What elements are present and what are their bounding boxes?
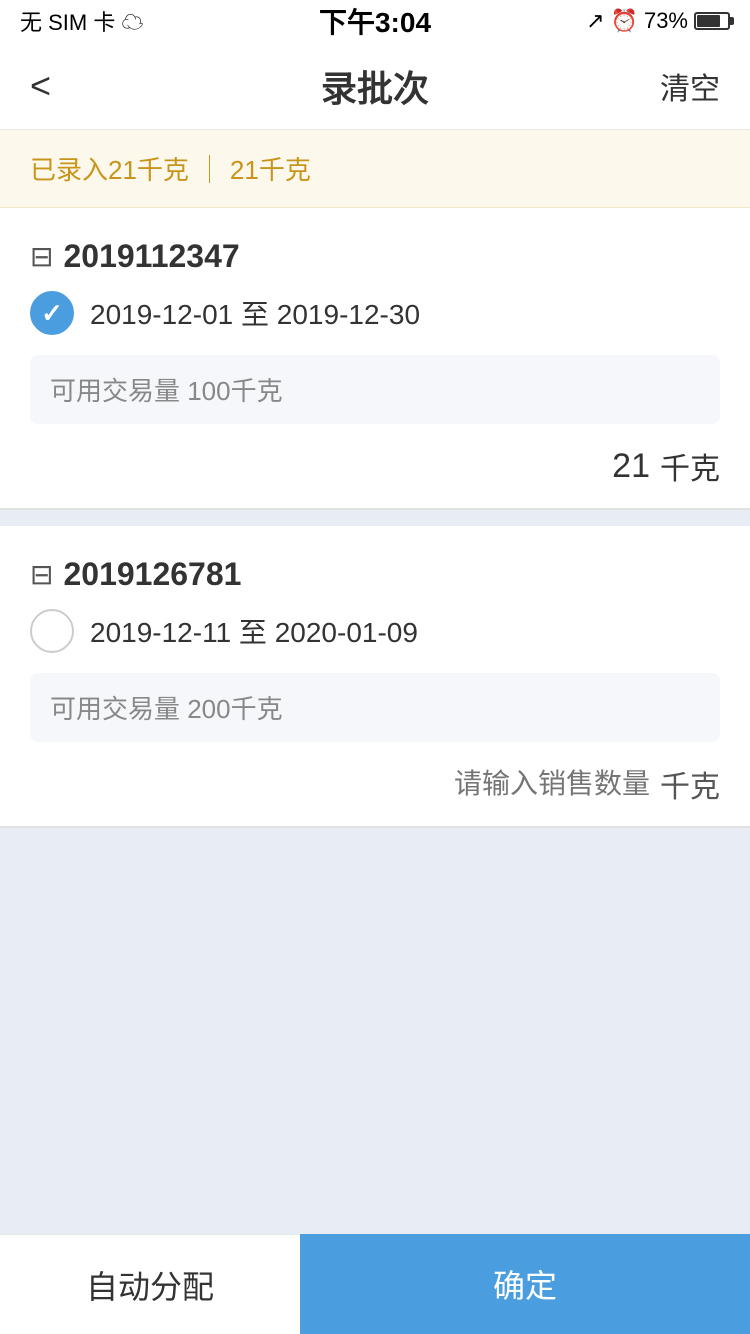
- back-button[interactable]: <: [30, 65, 90, 107]
- alarm-icon: ⏰: [611, 8, 638, 34]
- recorded-label: 已录入21千克: [30, 150, 189, 187]
- batch-card-1: ⊟ 2019112347 2019-12-01 至 2019-12-30 可用交…: [0, 208, 750, 424]
- batch-1-id: 2019112347: [63, 238, 239, 275]
- batch-1-date-row: 2019-12-01 至 2019-12-30: [30, 291, 720, 335]
- status-time: 下午3:04: [319, 1, 431, 41]
- batch-1-header: ⊟ 2019112347: [30, 238, 720, 275]
- batch-2-available: 可用交易量 200千克: [30, 673, 720, 742]
- auto-distribute-button[interactable]: 自动分配: [0, 1234, 300, 1334]
- summary-bar: 已录入21千克 21千克: [0, 130, 750, 208]
- batch-1-amount-unit: 千克: [660, 444, 720, 488]
- batch-2-icon: ⊟: [30, 558, 53, 591]
- battery-percent: 73%: [644, 8, 688, 34]
- batch-2-quantity-input[interactable]: [30, 768, 650, 800]
- batch-2-unit: 千克: [660, 762, 720, 806]
- batch-1-amount-value: 21: [612, 447, 650, 486]
- nav-bar: < 录批次 清空: [0, 42, 750, 130]
- batch-1-icon: ⊟: [30, 240, 53, 273]
- content-wrapper: ⊟ 2019112347 2019-12-01 至 2019-12-30 可用交…: [0, 208, 750, 1312]
- summary-value: 21千克: [230, 150, 311, 187]
- batch-2-header: ⊟ 2019126781: [30, 556, 720, 593]
- batch-card-2: ⊟ 2019126781 2019-12-11 至 2020-01-09 可用交…: [0, 526, 750, 742]
- batch-1-available: 可用交易量 100千克: [30, 355, 720, 424]
- batch-1-amount-row: 21 千克: [0, 424, 750, 510]
- batch-1-available-text: 可用交易量 100千克: [50, 376, 283, 406]
- section-divider: [0, 510, 750, 526]
- battery-icon: [694, 12, 730, 30]
- batch-1-checkbox[interactable]: [30, 291, 74, 335]
- bottom-action-bar: 自动分配 确定: [0, 1234, 750, 1334]
- page-title: 录批次: [321, 60, 429, 112]
- location-icon: ↗: [586, 8, 604, 34]
- batch-2-input-row[interactable]: 千克: [0, 742, 750, 828]
- batch-2-id: 2019126781: [63, 556, 241, 593]
- batch-2-checkbox[interactable]: [30, 609, 74, 653]
- clear-button[interactable]: 清空: [660, 64, 720, 108]
- batch-1-date: 2019-12-01 至 2019-12-30: [90, 293, 420, 333]
- batch-2-date-row: 2019-12-11 至 2020-01-09: [30, 609, 720, 653]
- status-bar: 无 SIM 卡 ☁ 下午3:04 ↗ ⏰ 73%: [0, 0, 750, 42]
- sim-status: 无 SIM 卡 ☁: [20, 5, 143, 37]
- batch-2-available-text: 可用交易量 200千克: [50, 694, 283, 724]
- batch-2-date: 2019-12-11 至 2020-01-09: [90, 611, 418, 651]
- confirm-button[interactable]: 确定: [300, 1234, 750, 1334]
- status-left: 无 SIM 卡 ☁: [20, 5, 143, 37]
- status-right: ↗ ⏰ 73%: [586, 8, 730, 34]
- summary-divider: [209, 155, 210, 183]
